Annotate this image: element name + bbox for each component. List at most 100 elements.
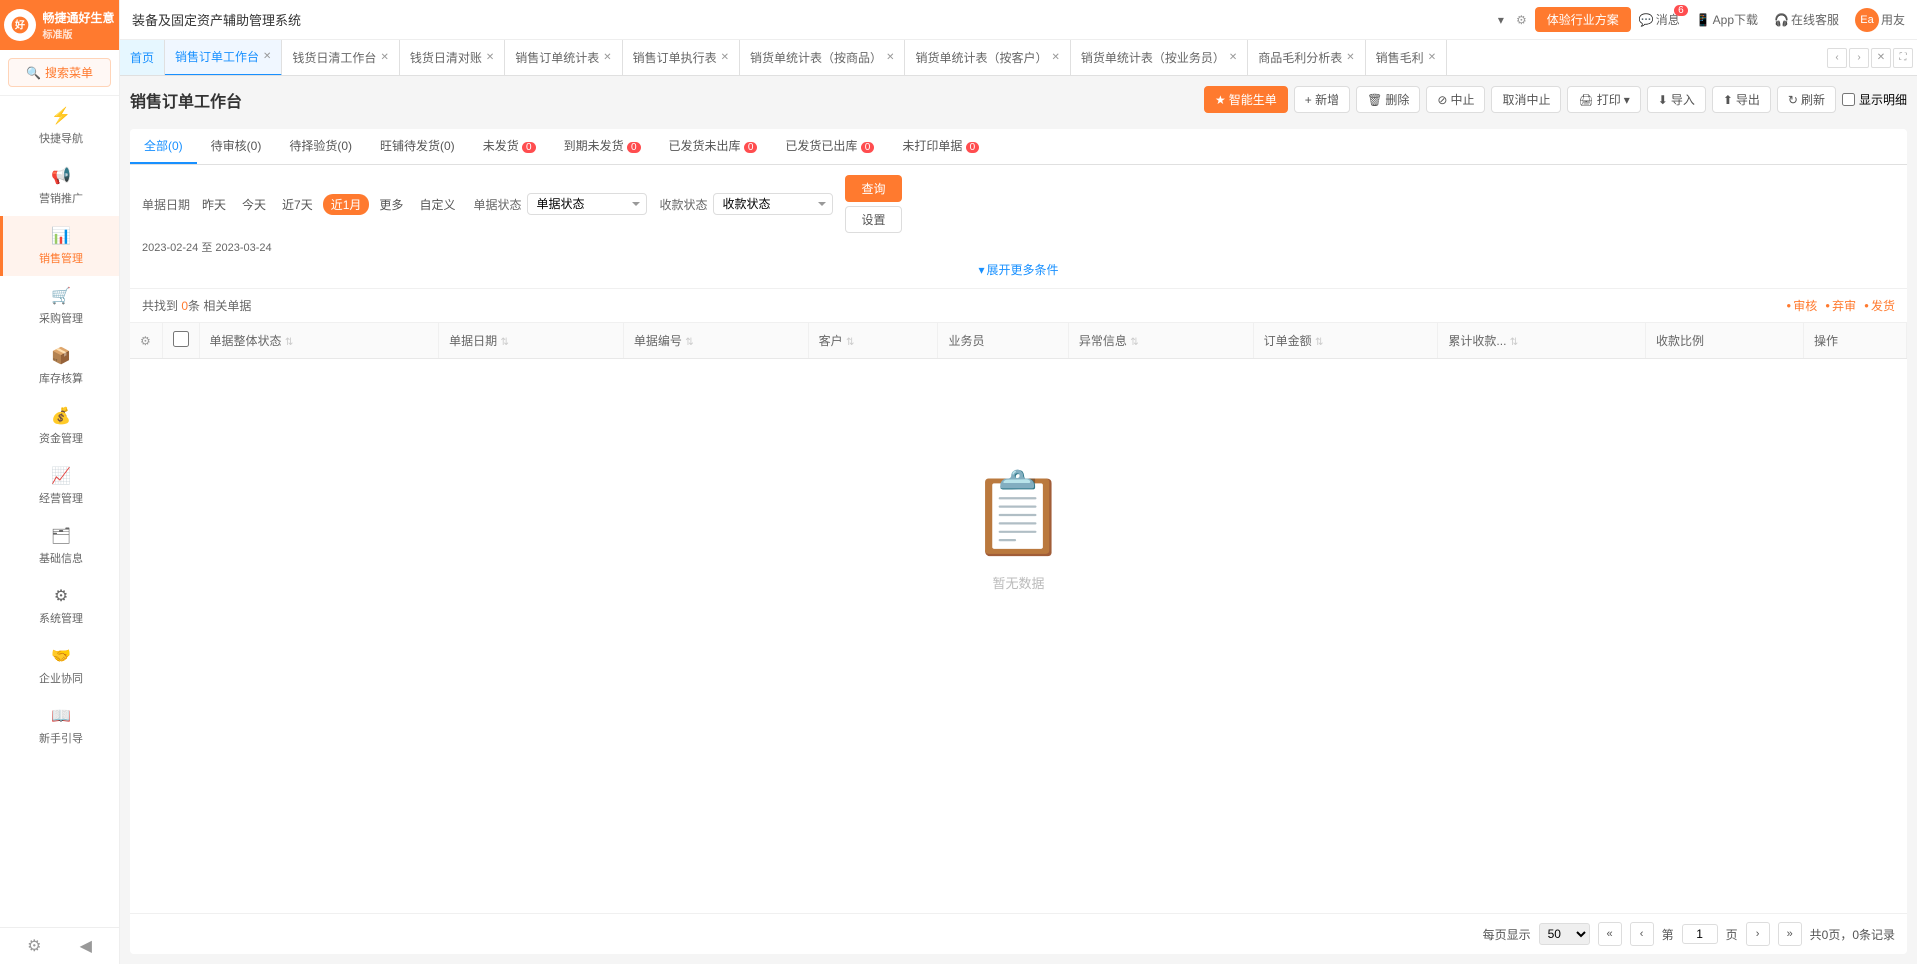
th-total-payment: 累计收款... ⇅ (1438, 323, 1646, 359)
filter-tab-all[interactable]: 全部(0) (130, 129, 197, 164)
tab-home[interactable]: 首页 (120, 40, 165, 76)
page-first-btn[interactable]: « (1598, 922, 1622, 946)
import-btn[interactable]: ⬇ 导入 (1647, 86, 1706, 113)
expand-conditions-btn[interactable]: ▾ 展开更多条件 (978, 261, 1058, 278)
show-detail-checkbox[interactable] (1842, 93, 1855, 106)
suspend-btn[interactable]: ⊘ 中止 (1426, 86, 1485, 113)
table-scroll[interactable]: ⚙ 单据整体状态 ⇅ (130, 323, 1907, 913)
message-icon: 💬 (1639, 13, 1654, 27)
tab-cash-daily[interactable]: 钱货日清工作台 ✕ (282, 40, 399, 76)
tab-close-icon[interactable]: ✕ (886, 52, 894, 63)
ship-btn[interactable]: 发货 (1864, 297, 1895, 314)
sidebar-item-label: 系统管理 (39, 610, 83, 626)
setting-btn[interactable]: 设置 (845, 206, 901, 233)
online-service-btn[interactable]: 🎧 在线客服 (1774, 11, 1839, 28)
sidebar-item-sales[interactable]: 📊 销售管理 (0, 216, 119, 276)
date-today[interactable]: 今天 (236, 194, 272, 215)
settings-icon[interactable]: ⚙ (140, 334, 151, 348)
sidebar-item-purchase[interactable]: 🛒 采购管理 (0, 276, 119, 336)
tab-close-icon[interactable]: ✕ (380, 52, 388, 63)
system-dropdown[interactable]: ▾ (1498, 13, 1504, 27)
date-more[interactable]: 更多 (373, 194, 409, 215)
tab-sales-exec[interactable]: 销售订单执行表 ✕ (623, 40, 740, 76)
page-next-btn[interactable]: › (1746, 922, 1770, 946)
payment-select[interactable]: 收款状态 (713, 193, 833, 215)
page-size-select[interactable]: 50 100 200 (1539, 923, 1590, 945)
smart-create-btn[interactable]: ★ 智能生单 (1204, 86, 1288, 113)
settings-icon[interactable]: ⚙ (27, 936, 41, 956)
tab-close-icon[interactable]: ✕ (721, 52, 729, 63)
new-btn[interactable]: + 新增 (1294, 86, 1350, 113)
print-btn[interactable]: 🖨 打印 ▾ (1567, 86, 1640, 113)
tab-goods-margin[interactable]: 商品毛利分析表 ✕ (1248, 40, 1365, 76)
tab-shipment-product[interactable]: 销货单统计表（按商品） ✕ (740, 40, 905, 76)
filter-tab-overdue[interactable]: 到期未发货 0 (550, 129, 655, 164)
sort-icon: ⇅ (501, 337, 509, 348)
page-prev-btn[interactable]: ‹ (1630, 922, 1654, 946)
filter-tab-shipped-out[interactable]: 已发货未出库 0 (655, 129, 772, 164)
sidebar-item-quick-nav[interactable]: ⚡ 快捷导航 (0, 96, 119, 156)
tab-close-icon[interactable]: ✕ (1229, 52, 1237, 63)
th-settings[interactable]: ⚙ (130, 323, 162, 359)
status-select[interactable]: 单据状态 (527, 193, 647, 215)
tab-sales-gross[interactable]: 销售毛利 ✕ (1366, 40, 1447, 76)
sidebar-item-guide[interactable]: 📖 新手引导 (0, 696, 119, 756)
tab-close-icon[interactable]: ✕ (1346, 52, 1354, 63)
cancel-suspend-btn[interactable]: 取消中止 (1491, 86, 1561, 113)
tab-close-icon[interactable]: ✕ (1428, 52, 1436, 63)
tab-close-icon[interactable]: ✕ (1051, 52, 1059, 63)
abandon-audit-btn[interactable]: 弃审 (1825, 297, 1856, 314)
sidebar-item-system[interactable]: ⚙ 系统管理 (0, 576, 119, 636)
search-menu-button[interactable]: 🔍 搜索菜单 (8, 58, 111, 87)
date-7days[interactable]: 近7天 (276, 194, 319, 215)
user-menu[interactable]: Ea 用友 (1855, 8, 1905, 32)
sidebar-item-enterprise[interactable]: 🤝 企业协同 (0, 636, 119, 696)
tab-close-icon[interactable]: ✕ (263, 51, 271, 62)
page-last-btn[interactable]: » (1778, 922, 1802, 946)
tab-sales-stat[interactable]: 销售订单统计表 ✕ (505, 40, 622, 76)
sort-icon: ⇅ (846, 337, 854, 348)
audit-btn[interactable]: 审核 (1786, 297, 1817, 314)
tab-close-all[interactable]: ✕ (1871, 48, 1891, 68)
date-custom[interactable]: 自定义 (413, 194, 461, 215)
page-input[interactable] (1682, 924, 1718, 944)
date-1month[interactable]: 近1月 (323, 194, 370, 215)
filter-tab-wangpu[interactable]: 旺铺待发货(0) (366, 129, 469, 164)
tab-fullscreen[interactable]: ⛶ (1893, 48, 1913, 68)
export-btn[interactable]: ⬆ 导出 (1712, 86, 1771, 113)
message-btn[interactable]: 💬 消息 6 (1639, 11, 1680, 28)
filter-tab-inspect[interactable]: 待择验货(0) (275, 129, 366, 164)
filter-tab-unshipped[interactable]: 未发货 0 (469, 129, 550, 164)
refresh-btn[interactable]: ↻ 刷新 (1777, 86, 1836, 113)
select-all-checkbox[interactable] (173, 331, 189, 347)
tab-close-icon[interactable]: ✕ (486, 52, 494, 63)
tab-shipment-customer[interactable]: 销货单统计表（按客户） ✕ (905, 40, 1070, 76)
tab-scroll-left[interactable]: ‹ (1827, 48, 1847, 68)
sidebar-item-inventory[interactable]: 📦 库存核算 (0, 336, 119, 396)
th-payment-ratio-label: 收款比例 (1656, 334, 1704, 348)
filter-tab-pending[interactable]: 待审核(0) (197, 129, 276, 164)
page-suffix: 页 (1726, 926, 1738, 943)
tab-shipment-customer-label: 销货单统计表（按客户） (915, 49, 1047, 66)
collapse-icon[interactable]: ◀ (80, 936, 92, 956)
tab-shipment-staff[interactable]: 销货单统计表（按业务员） ✕ (1071, 40, 1248, 76)
delete-btn[interactable]: 🗑 删除 (1356, 86, 1420, 113)
filter-tab-unprinted[interactable]: 未打印单据 0 (888, 129, 993, 164)
tab-close-icon[interactable]: ✕ (603, 52, 611, 63)
tab-sales-workbench[interactable]: 销售订单工作台 ✕ (165, 40, 282, 76)
gear-icon[interactable]: ⚙ (1516, 13, 1527, 27)
filter-tab-unshipped-label: 未发货 0 (483, 139, 536, 153)
sidebar-item-marketing[interactable]: 📢 营销推广 (0, 156, 119, 216)
show-detail-checkbox-label[interactable]: 显示明细 (1842, 91, 1907, 108)
filter-tab-shipped-done[interactable]: 已发货已出库 0 (771, 129, 888, 164)
query-btn[interactable]: 查询 (845, 175, 901, 202)
date-yesterday[interactable]: 昨天 (196, 194, 232, 215)
sidebar-item-operations[interactable]: 📈 经营管理 (0, 456, 119, 516)
tab-goods-margin-label: 商品毛利分析表 (1258, 49, 1342, 66)
tab-scroll-right[interactable]: › (1849, 48, 1869, 68)
sidebar-item-finance[interactable]: 💰 资金管理 (0, 396, 119, 456)
industry-btn[interactable]: 体验行业方案 (1535, 7, 1631, 32)
tab-cash-reconcile[interactable]: 钱货日清对账 ✕ (400, 40, 505, 76)
sidebar-item-base-info[interactable]: 🗂 基础信息 (0, 516, 119, 576)
app-download-btn[interactable]: 📱 App下载 (1696, 11, 1758, 28)
